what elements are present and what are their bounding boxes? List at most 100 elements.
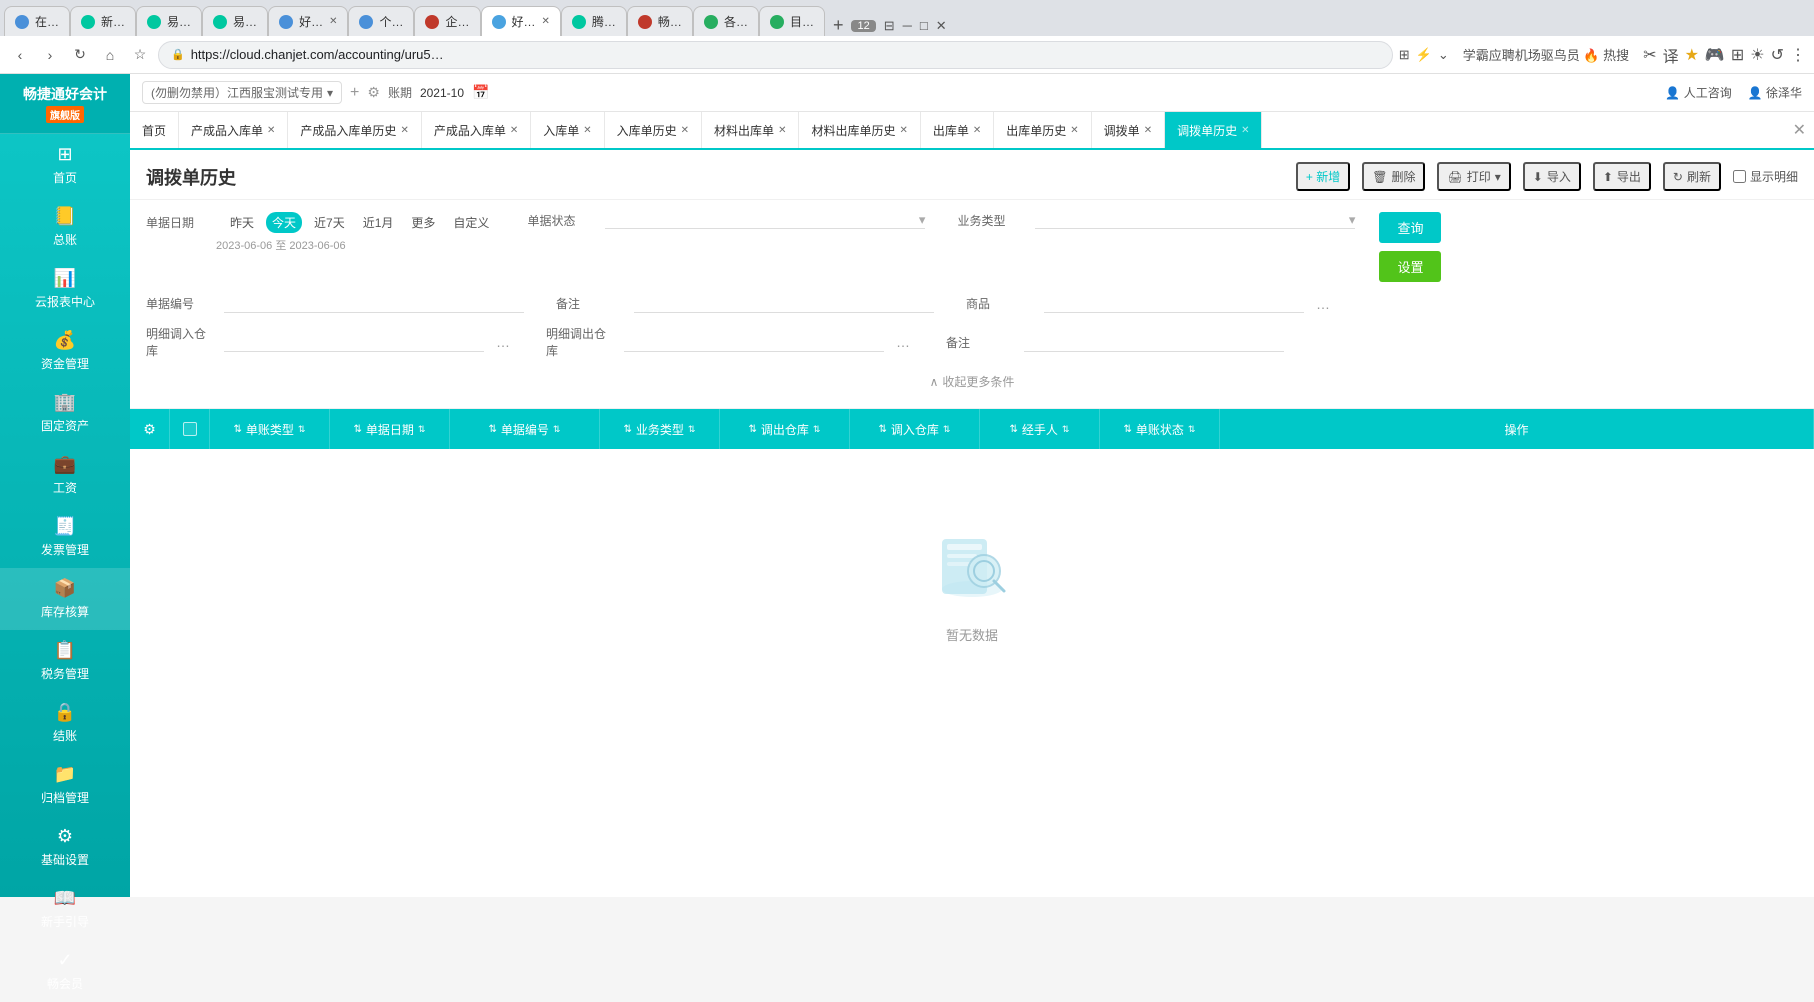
game-icon[interactable]: 🎮 (1705, 45, 1725, 65)
nav-tab-out-order[interactable]: 出库单 ✕ (921, 112, 994, 149)
sidebar-item-capital[interactable]: 💰 资金管理 (0, 320, 130, 382)
detail-in-input[interactable] (224, 333, 484, 352)
nav-tab-transfer-close[interactable]: ✕ (1144, 125, 1152, 136)
reward-icon[interactable]: ★ (1685, 45, 1699, 65)
date-btn-custom[interactable]: 自定义 (447, 212, 495, 233)
new-btn[interactable]: + 新增 (1296, 162, 1350, 191)
print-btn[interactable]: 🖨 打印 ▾ (1437, 162, 1510, 191)
reload-button[interactable]: ↻ (68, 43, 92, 67)
nav-tabs-close-all[interactable]: ✕ (1785, 120, 1814, 140)
address-bar[interactable]: 🔒 https://cloud.chanjet.com/accounting/u… (158, 41, 1393, 69)
goods-dots-btn[interactable]: … (1312, 296, 1334, 312)
nav-tab-product-in-close[interactable]: ✕ (267, 125, 275, 136)
order-no-input[interactable] (224, 294, 524, 313)
detail-in-dots[interactable]: … (492, 334, 514, 350)
browser-tab-t8[interactable]: 好… ✕ (481, 6, 561, 36)
browser-tab-t1[interactable]: 在… (4, 6, 70, 36)
nav-tab-mat-out-history-close[interactable]: ✕ (899, 125, 907, 136)
th-type[interactable]: ⇅ 单账类型 ⇅ (210, 409, 330, 449)
refresh-btn[interactable]: ↻ 刷新 (1663, 162, 1721, 191)
period-value[interactable]: 2021-10 (420, 86, 464, 100)
status-select-wrapper[interactable]: ▾ (605, 212, 925, 229)
browser-tab-t12[interactable]: 目… (759, 6, 825, 36)
biz-type-select-wrapper[interactable]: ▾ (1035, 212, 1355, 229)
extensions-icon[interactable]: ⊞ (1399, 47, 1410, 63)
new-tab-btn[interactable]: + (833, 15, 844, 36)
sidebar-item-wage[interactable]: 💼 工资 (0, 444, 130, 506)
detail-out-input[interactable] (624, 333, 884, 352)
note-input[interactable] (634, 294, 934, 313)
nav-tab-product-in2-close[interactable]: ✕ (510, 125, 518, 136)
more-icon[interactable]: ⌄ (1438, 47, 1449, 63)
th-out[interactable]: ⇅ 调出仓库 ⇅ (720, 409, 850, 449)
nav-tab-out-order-close[interactable]: ✕ (973, 125, 981, 136)
sidebar-item-close[interactable]: 🔒 结账 (0, 692, 130, 754)
sidebar-item-settings[interactable]: ⚙ 基础设置 (0, 816, 130, 878)
date-btn-today[interactable]: 今天 (266, 212, 302, 233)
bolt-icon[interactable]: ⚡ (1416, 47, 1432, 63)
nav-tab-out-history[interactable]: 出库单历史 ✕ (994, 112, 1091, 149)
th-in[interactable]: ⇅ 调入仓库 ⇅ (850, 409, 980, 449)
user-info[interactable]: 👤 徐泽华 (1748, 84, 1802, 101)
nav-tab-transfer[interactable]: 调拨单 ✕ (1092, 112, 1165, 149)
query-button[interactable]: 查询 (1379, 212, 1441, 243)
forward-button[interactable]: › (38, 43, 62, 67)
calendar-icon[interactable]: 📅 (472, 84, 489, 101)
sidebar-item-inventory[interactable]: 📦 库存核算 (0, 568, 130, 630)
set-button[interactable]: 设置 (1379, 251, 1441, 282)
home-button[interactable]: ⌂ (98, 43, 122, 67)
nav-tab-product-in-history[interactable]: 产成品入库单历史 ✕ (288, 112, 421, 149)
sidebar-item-assets[interactable]: 🏢 固定资产 (0, 382, 130, 444)
browser-tab-t2[interactable]: 新… (70, 6, 136, 36)
nav-tab-out-history-close[interactable]: ✕ (1070, 125, 1078, 136)
nav-tab-in-order-close[interactable]: ✕ (583, 125, 591, 136)
close-window-btn[interactable]: ✕ (936, 18, 947, 34)
import-btn[interactable]: ⬇ 导入 (1523, 162, 1581, 191)
sidebar-item-home[interactable]: ⊞ 首页 (0, 134, 130, 196)
export-btn[interactable]: ⬆ 导出 (1593, 162, 1651, 191)
add-company-btn[interactable]: + (350, 84, 359, 102)
date-btn-1month[interactable]: 近1月 (357, 212, 400, 233)
delete-btn[interactable]: 🗑 删除 (1362, 162, 1425, 191)
nav-tab-product-in-history-close[interactable]: ✕ (400, 125, 408, 136)
sidebar-item-ledger[interactable]: 📒 总账 (0, 196, 130, 258)
nav-tab-in-order[interactable]: 入库单 ✕ (531, 112, 604, 149)
nav-tab-transfer-history-close[interactable]: ✕ (1241, 125, 1249, 136)
grid-icon[interactable]: ⊞ (1731, 45, 1744, 65)
brightness-icon[interactable]: ☀ (1750, 45, 1764, 65)
sidebar-item-member[interactable]: ✓ 畅会员 (0, 940, 130, 1002)
tab-close[interactable]: ✕ (329, 16, 337, 27)
service-btn[interactable]: 👤 人工咨询 (1665, 84, 1731, 101)
note2-input[interactable] (1024, 333, 1284, 352)
browser-tab-t11[interactable]: 各… (693, 6, 759, 36)
sidebar-item-tax[interactable]: 📋 税务管理 (0, 630, 130, 692)
menu-dots-icon[interactable]: ⋮ (1790, 45, 1806, 65)
nav-tab-mat-out-close[interactable]: ✕ (778, 125, 786, 136)
sidebar-item-archive[interactable]: 📁 归档管理 (0, 754, 130, 816)
browser-tab-t9[interactable]: 腾… (561, 6, 627, 36)
date-btn-more[interactable]: 更多 (405, 212, 441, 233)
show-columns-checkbox[interactable] (1733, 170, 1746, 183)
nav-tab-mat-out[interactable]: 材料出库单 ✕ (702, 112, 799, 149)
back-button[interactable]: ‹ (8, 43, 32, 67)
th-date[interactable]: ⇅ 单据日期 ⇅ (330, 409, 450, 449)
translate-icon[interactable]: 译 (1663, 43, 1679, 67)
detail-out-dots[interactable]: … (892, 334, 914, 350)
browser-tab-t5[interactable]: 好… ✕ (268, 6, 348, 36)
browser-tab-t10[interactable]: 畅… (627, 6, 693, 36)
th-status[interactable]: ⇅ 单账状态 ⇅ (1100, 409, 1220, 449)
nav-tab-home[interactable]: 首页 (130, 112, 179, 149)
browser-tab-t4[interactable]: 易… (202, 6, 268, 36)
sidebar-item-invoice[interactable]: 🧾 发票管理 (0, 506, 130, 568)
scissors-icon[interactable]: ✂ (1643, 45, 1656, 65)
maximize-btn[interactable]: □ (920, 18, 928, 33)
sidebar-item-report[interactable]: 📊 云报表中心 (0, 258, 130, 320)
settings-gear-icon[interactable]: ⚙ (367, 84, 380, 101)
nav-tab-transfer-history[interactable]: 调拨单历史 ✕ (1165, 112, 1262, 149)
nav-tab-product-in[interactable]: 产成品入库单 ✕ (179, 112, 288, 149)
minimize-btn[interactable]: ─ (903, 18, 912, 33)
browser-tab-t6[interactable]: 个… (348, 6, 414, 36)
select-all-checkbox[interactable] (183, 422, 197, 436)
th-check[interactable] (170, 409, 210, 449)
company-selector[interactable]: (勿删勿禁用）江西服宝测试专用 ▾ (142, 81, 342, 104)
